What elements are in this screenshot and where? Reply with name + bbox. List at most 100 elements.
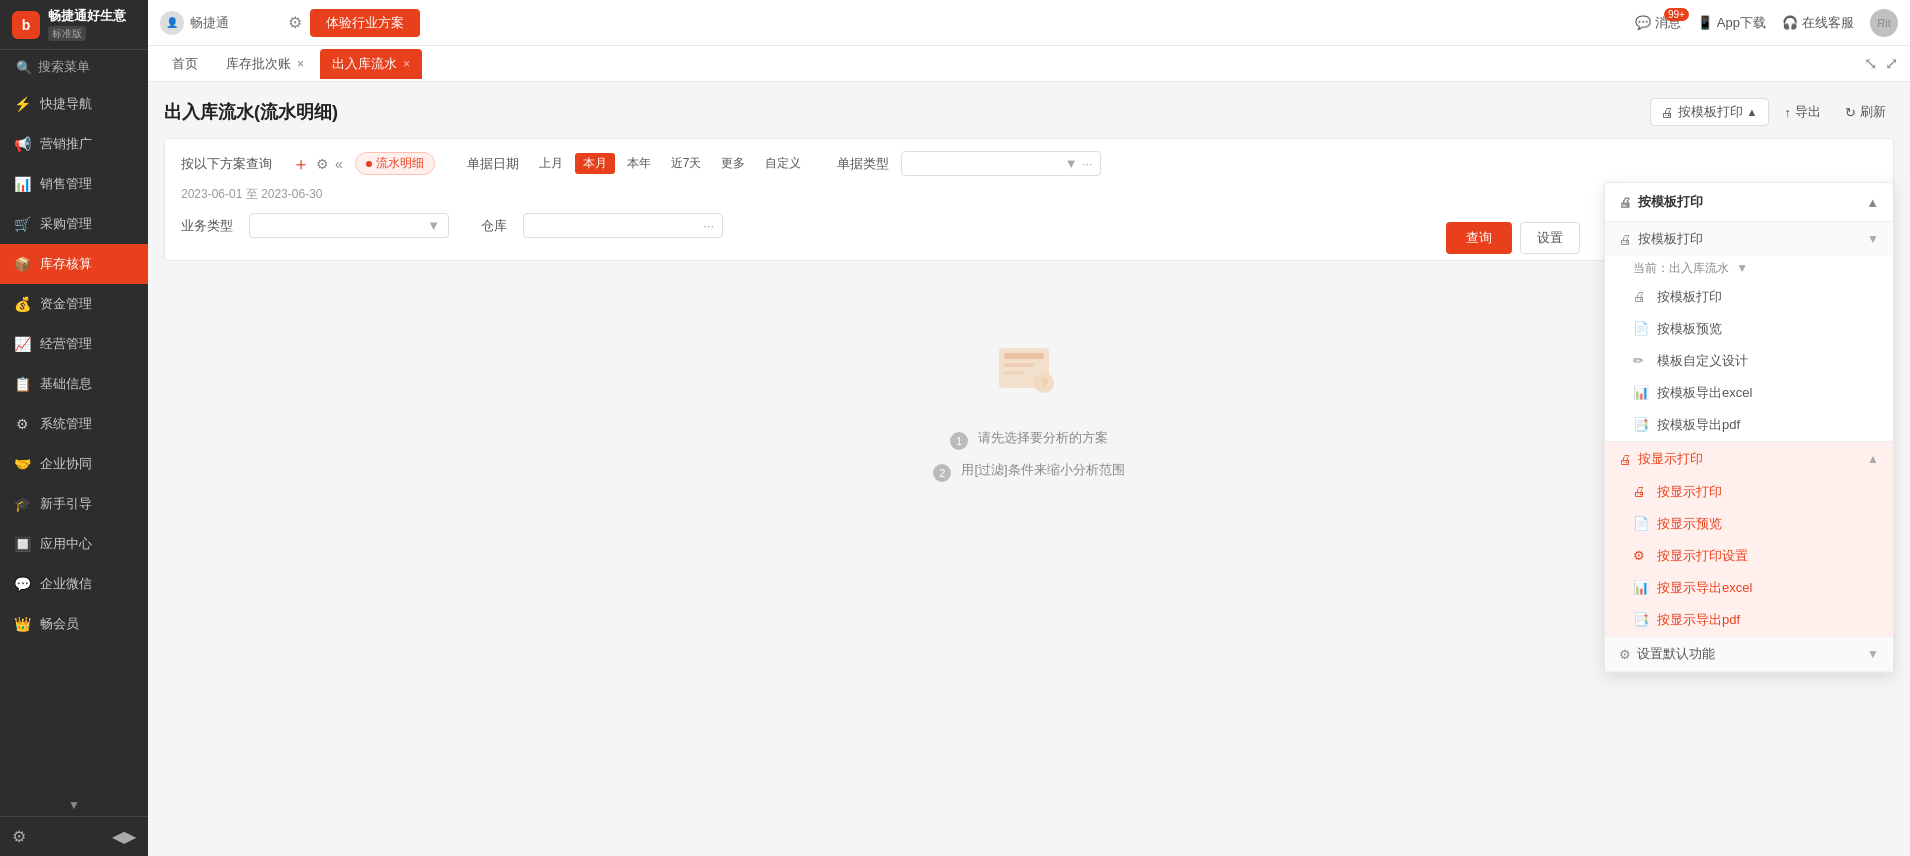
- export-btn[interactable]: ↑ 导出: [1777, 99, 1830, 125]
- settings-bottom-icon[interactable]: ⚙: [12, 827, 26, 846]
- dp-current-arrow: ▼: [1736, 261, 1748, 275]
- dp-template-preview-item[interactable]: 📄 按模板预览: [1605, 313, 1893, 345]
- dp-display-excel-item[interactable]: 📊 按显示导出excel: [1605, 572, 1893, 604]
- sidebar-item-label: 经营管理: [40, 335, 92, 353]
- dp-display-preview-item[interactable]: 📄 按显示预览: [1605, 508, 1893, 540]
- dp-template-design-item[interactable]: ✏ 模板自定义设计: [1605, 345, 1893, 377]
- sidebar-item-label: 企业微信: [40, 575, 92, 593]
- sidebar-item-inventory[interactable]: 📦 库存核算: [0, 244, 148, 284]
- dp-template-pdf-item[interactable]: 📑 按模板导出pdf: [1605, 409, 1893, 441]
- dp-display-settings-item[interactable]: ⚙ 按显示打印设置: [1605, 540, 1893, 572]
- message-badge: 99+: [1664, 8, 1689, 21]
- sidebar-item-basic-info[interactable]: 📋 基础信息: [0, 364, 148, 404]
- doc-type-select[interactable]: ▼ ···: [901, 151, 1101, 176]
- sidebar-item-app-center[interactable]: 🔲 应用中心: [0, 524, 148, 564]
- date-7days[interactable]: 近7天: [663, 153, 710, 174]
- sidebar-item-label: 系统管理: [40, 415, 92, 433]
- dp-template-label: 🖨 按模板打印: [1619, 230, 1703, 248]
- sidebar-item-finance[interactable]: 💰 资金管理: [0, 284, 148, 324]
- inventory-icon: 📦: [12, 254, 32, 274]
- sidebar-item-tutorial[interactable]: 🎓 新手引导: [0, 484, 148, 524]
- filter-tag-chip[interactable]: 流水明细: [355, 152, 435, 175]
- dp-display-print-item[interactable]: 🖨 按显示打印: [1605, 476, 1893, 508]
- sidebar-item-enterprise[interactable]: 🤝 企业协同: [0, 444, 148, 484]
- date-more[interactable]: 更多: [713, 153, 753, 174]
- dp-template-print-item[interactable]: 🖨 按模板打印: [1605, 281, 1893, 313]
- empty-hint-1-row: 1 请先选择要分析的方案: [950, 429, 1108, 453]
- sidebar-item-system[interactable]: ⚙ 系统管理: [0, 404, 148, 444]
- restore-icon[interactable]: ⤡: [1864, 54, 1877, 73]
- topbar: 👤 畅捷通 ⚙ 体验行业方案 💬 消息 99+ 📱 App下载 🎧 在线客服 R…: [148, 0, 1910, 46]
- warehouse-select[interactable]: ···: [523, 213, 723, 238]
- purchase-icon: 🛒: [12, 214, 32, 234]
- hint-number-1: 1: [950, 432, 968, 450]
- refresh-btn[interactable]: ↻ 刷新: [1837, 99, 1894, 125]
- app-download-btn[interactable]: 📱 App下载: [1697, 14, 1766, 32]
- sidebar-item-purchase[interactable]: 🛒 采购管理: [0, 204, 148, 244]
- date-this-month[interactable]: 本月: [575, 153, 615, 174]
- tab-close-inout[interactable]: ×: [403, 57, 410, 71]
- date-custom[interactable]: 自定义: [757, 153, 809, 174]
- sidebar-item-sales[interactable]: 📊 销售管理: [0, 164, 148, 204]
- filter-settings-icon[interactable]: ⚙: [316, 156, 329, 172]
- sidebar-item-marketing[interactable]: 📢 营销推广: [0, 124, 148, 164]
- dp-section-template-header[interactable]: 🖨 按模板打印 ▼: [1605, 222, 1893, 256]
- dp-close-btn[interactable]: ▲: [1866, 195, 1879, 210]
- display-preview-icon: 📄: [1633, 516, 1649, 532]
- date-last-month[interactable]: 上月: [531, 153, 571, 174]
- user-avatar-btn[interactable]: Rit: [1870, 9, 1898, 37]
- display-settings-icon: ⚙: [1633, 548, 1649, 564]
- message-icon: 💬: [1635, 15, 1651, 30]
- template-pdf-icon: 📑: [1633, 417, 1649, 433]
- warehouse-more-icon[interactable]: ···: [703, 218, 714, 233]
- settings-btn[interactable]: 设置: [1520, 222, 1580, 254]
- app-brand: 畅捷通好生意 标准版: [48, 8, 126, 42]
- hint-number-2: 2: [933, 464, 951, 482]
- user-avatar-small: 👤: [160, 11, 184, 35]
- sidebar-search[interactable]: 🔍 搜索菜单: [0, 50, 148, 84]
- topbar-username: 畅捷通: [190, 14, 229, 32]
- display-print-icon: 🖨: [1633, 484, 1649, 500]
- tab-close-batch[interactable]: ×: [297, 57, 304, 71]
- sidebar-item-operations[interactable]: 📈 经营管理: [0, 324, 148, 364]
- trial-btn[interactable]: 体验行业方案: [310, 9, 420, 37]
- sidebar-nav: ⚡ 快捷导航 📢 营销推广 📊 销售管理 🛒 采购管理 📦 库存核算 💰 资金管…: [0, 84, 148, 794]
- filter-collapse-icon[interactable]: «: [335, 156, 343, 172]
- tab-batch-account[interactable]: 库存批次账 ×: [214, 49, 316, 79]
- tab-inout-flow[interactable]: 出入库流水 ×: [320, 49, 422, 79]
- dp-default-label: ⚙ 设置默认功能: [1619, 645, 1715, 663]
- sidebar-scroll-down[interactable]: ▼: [0, 794, 148, 816]
- dp-display-pdf-item[interactable]: 📑 按显示导出pdf: [1605, 604, 1893, 636]
- message-btn[interactable]: 💬 消息 99+: [1635, 14, 1681, 32]
- sidebar-item-quick-nav[interactable]: ⚡ 快捷导航: [0, 84, 148, 124]
- dp-template-excel-item[interactable]: 📊 按模板导出excel: [1605, 377, 1893, 409]
- tab-home[interactable]: 首页: [160, 49, 210, 79]
- svg-text:?: ?: [1041, 377, 1048, 391]
- date-this-year[interactable]: 本年: [619, 153, 659, 174]
- collapse-sidebar-icon[interactable]: ◀▶: [112, 827, 136, 846]
- filter-add-btn[interactable]: ＋: [292, 152, 310, 176]
- query-btn[interactable]: 查询: [1446, 222, 1512, 254]
- refresh-icon: ↻: [1845, 105, 1856, 120]
- doc-type-more-icon[interactable]: ···: [1082, 156, 1093, 171]
- sidebar-item-label: 资金管理: [40, 295, 92, 313]
- headset-icon: 🎧: [1782, 15, 1798, 30]
- page-content: 出入库流水(流水明细) 🖨 按模板打印 ▲ ↑ 导出 ↻ 刷新: [148, 82, 1910, 856]
- sidebar-item-membership[interactable]: 👑 畅会员: [0, 604, 148, 644]
- sidebar-item-label: 企业协同: [40, 455, 92, 473]
- template-print-icon: 🖨: [1633, 289, 1649, 305]
- biz-type-select[interactable]: ▼: [249, 213, 449, 238]
- dp-section-display-header[interactable]: 🖨 按显示打印 ▲: [1605, 442, 1893, 476]
- print-template-btn[interactable]: 🖨 按模板打印 ▲: [1650, 98, 1769, 126]
- dp-section-default-header[interactable]: ⚙ 设置默认功能 ▼: [1605, 637, 1893, 671]
- dp-template-arrow: ▼: [1867, 232, 1879, 246]
- maximize-icon[interactable]: ⤢: [1885, 54, 1898, 73]
- sidebar-logo: b 畅捷通好生意 标准版: [0, 0, 148, 50]
- topbar-gear-icon[interactable]: ⚙: [288, 13, 302, 32]
- sidebar-item-label: 营销推广: [40, 135, 92, 153]
- warehouse-label: 仓库: [481, 217, 507, 235]
- template-excel-icon: 📊: [1633, 385, 1649, 401]
- sidebar-item-enterprise-wx[interactable]: 💬 企业微信: [0, 564, 148, 604]
- online-service-btn[interactable]: 🎧 在线客服: [1782, 14, 1854, 32]
- empty-hint-1: 请先选择要分析的方案: [978, 429, 1108, 447]
